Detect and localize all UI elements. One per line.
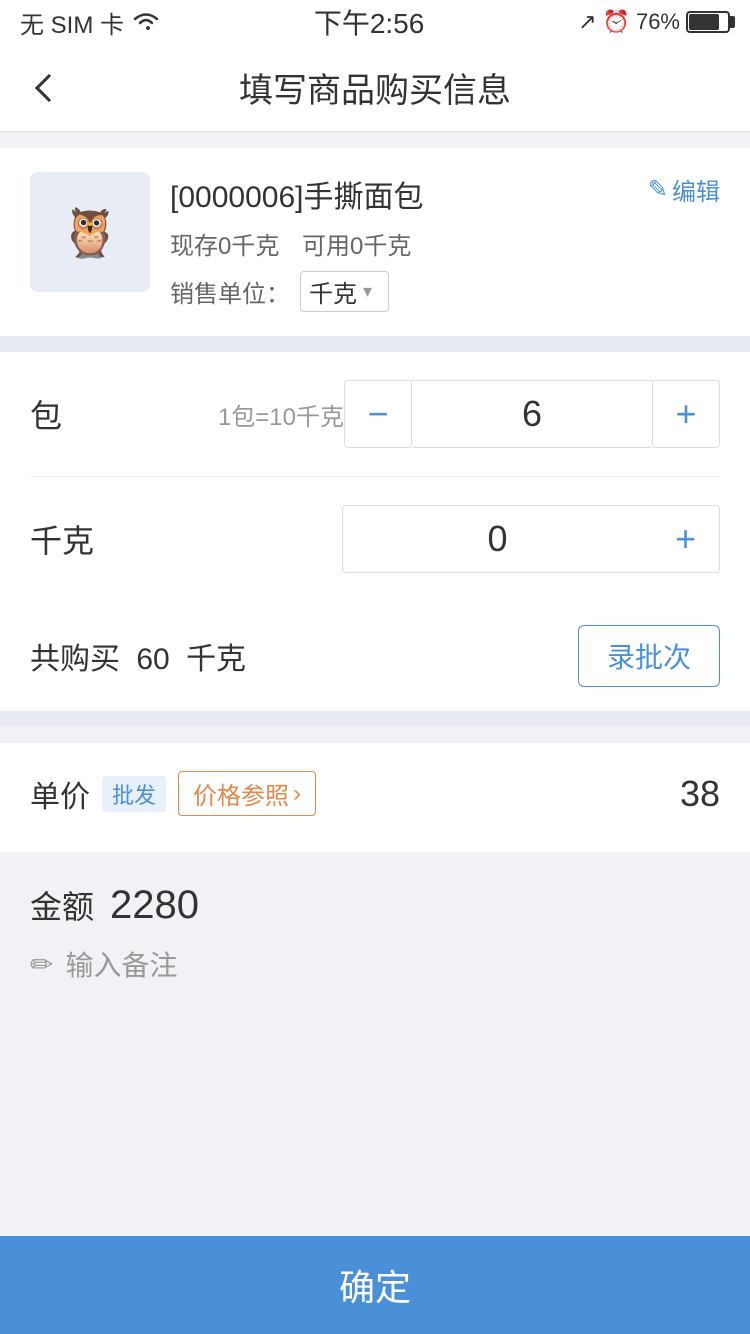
amount-value: 2280 [110,883,199,928]
price-section: 单价 批发 价格参照 › 38 [0,743,750,852]
bao-hint: 1包=10千克 [218,397,344,432]
kg-quantity-row: 千克 + [30,477,720,601]
battery-percent: 76% [636,9,680,35]
bao-quantity-control: − + [344,380,720,448]
location-icon: ↗ [578,9,596,35]
alarm-icon: ⏰ [603,9,630,35]
kg-quantity-control: + [342,505,720,573]
total-text: 共购买 60 千克 [30,634,246,678]
stock-label: 现存0千克 [170,233,279,260]
bao-decrement-button[interactable]: − [344,380,412,448]
confirm-button[interactable]: 确定 [0,1236,750,1334]
edit-button[interactable]: ✎ 编辑 [648,172,720,207]
status-left: 无 SIM 卡 [20,5,160,40]
product-image: 🦉 [30,172,150,292]
divider-2 [0,711,750,727]
edit-icon: ✎ [648,175,668,204]
product-card: 🦉 [0000006]手撕面包 现存0千克 可用0千克 销售单位： 千克 ▾ ✎… [0,148,750,336]
back-arrow-icon [35,73,63,101]
kg-quantity-input[interactable] [342,505,652,573]
total-prefix: 共购买 [30,643,120,676]
kg-label: 千克 [30,516,342,562]
price-label: 单价 [30,772,90,816]
total-unit: 千克 [186,643,246,676]
price-row: 单价 批发 价格参照 › 38 [30,771,720,816]
price-value: 38 [680,773,720,815]
total-row: 共购买 60 千克 录批次 [0,601,750,711]
unit-label: 销售单位： [170,274,290,309]
amount-section: 金额 2280 ✏ 输入备注 [0,852,750,1004]
amount-label: 金额 [30,882,94,928]
remark-placeholder[interactable]: 输入备注 [65,944,177,984]
bao-increment-button[interactable]: + [652,380,720,448]
status-time: 下午2:56 [314,2,425,42]
status-right: ↗ ⏰ 76% [578,9,730,35]
battery-icon [686,11,730,33]
available-label: 可用0千克 [302,233,411,260]
unit-select[interactable]: 千克 ▾ [300,271,389,312]
status-bar: 无 SIM 卡 下午2:56 ↗ ⏰ 76% [0,0,750,44]
product-unit-row: 销售单位： 千克 ▾ [170,271,628,312]
wifi-icon [132,12,160,32]
bao-quantity-input[interactable] [412,380,652,448]
edit-label: 编辑 [672,172,720,207]
price-ref-arrow-icon: › [293,780,301,808]
nav-bar: 填写商品购买信息 [0,44,750,132]
page-title: 填写商品购买信息 [239,63,511,112]
remark-row: ✏ 输入备注 [30,928,720,1004]
product-stock: 现存0千克 可用0千克 [170,226,628,261]
unit-value: 千克 [309,274,357,309]
price-left: 单价 批发 价格参照 › [30,771,316,816]
back-button[interactable] [0,44,88,132]
quantity-section: 包 1包=10千克 − + 千克 + [0,352,750,601]
divider-1 [0,336,750,352]
batch-button[interactable]: 录批次 [578,625,720,687]
kg-increment-button[interactable]: + [652,505,720,573]
bao-label: 包 [30,391,208,437]
unit-select-arrow-icon: ▾ [363,281,372,302]
amount-row: 金额 2280 [30,872,720,928]
price-ref-button[interactable]: 价格参照 › [178,771,316,816]
product-name: [0000006]手撕面包 [170,172,628,216]
total-amount: 60 [136,643,169,676]
product-info: [0000006]手撕面包 现存0千克 可用0千克 销售单位： 千克 ▾ [170,172,628,312]
carrier-label: 无 SIM 卡 [20,5,124,40]
product-image-icon: 🦉 [60,204,120,261]
remark-icon: ✏ [30,948,53,981]
price-ref-label: 价格参照 [193,776,289,811]
price-batch-tag: 批发 [102,776,166,812]
bao-quantity-row: 包 1包=10千克 − + [30,352,720,477]
